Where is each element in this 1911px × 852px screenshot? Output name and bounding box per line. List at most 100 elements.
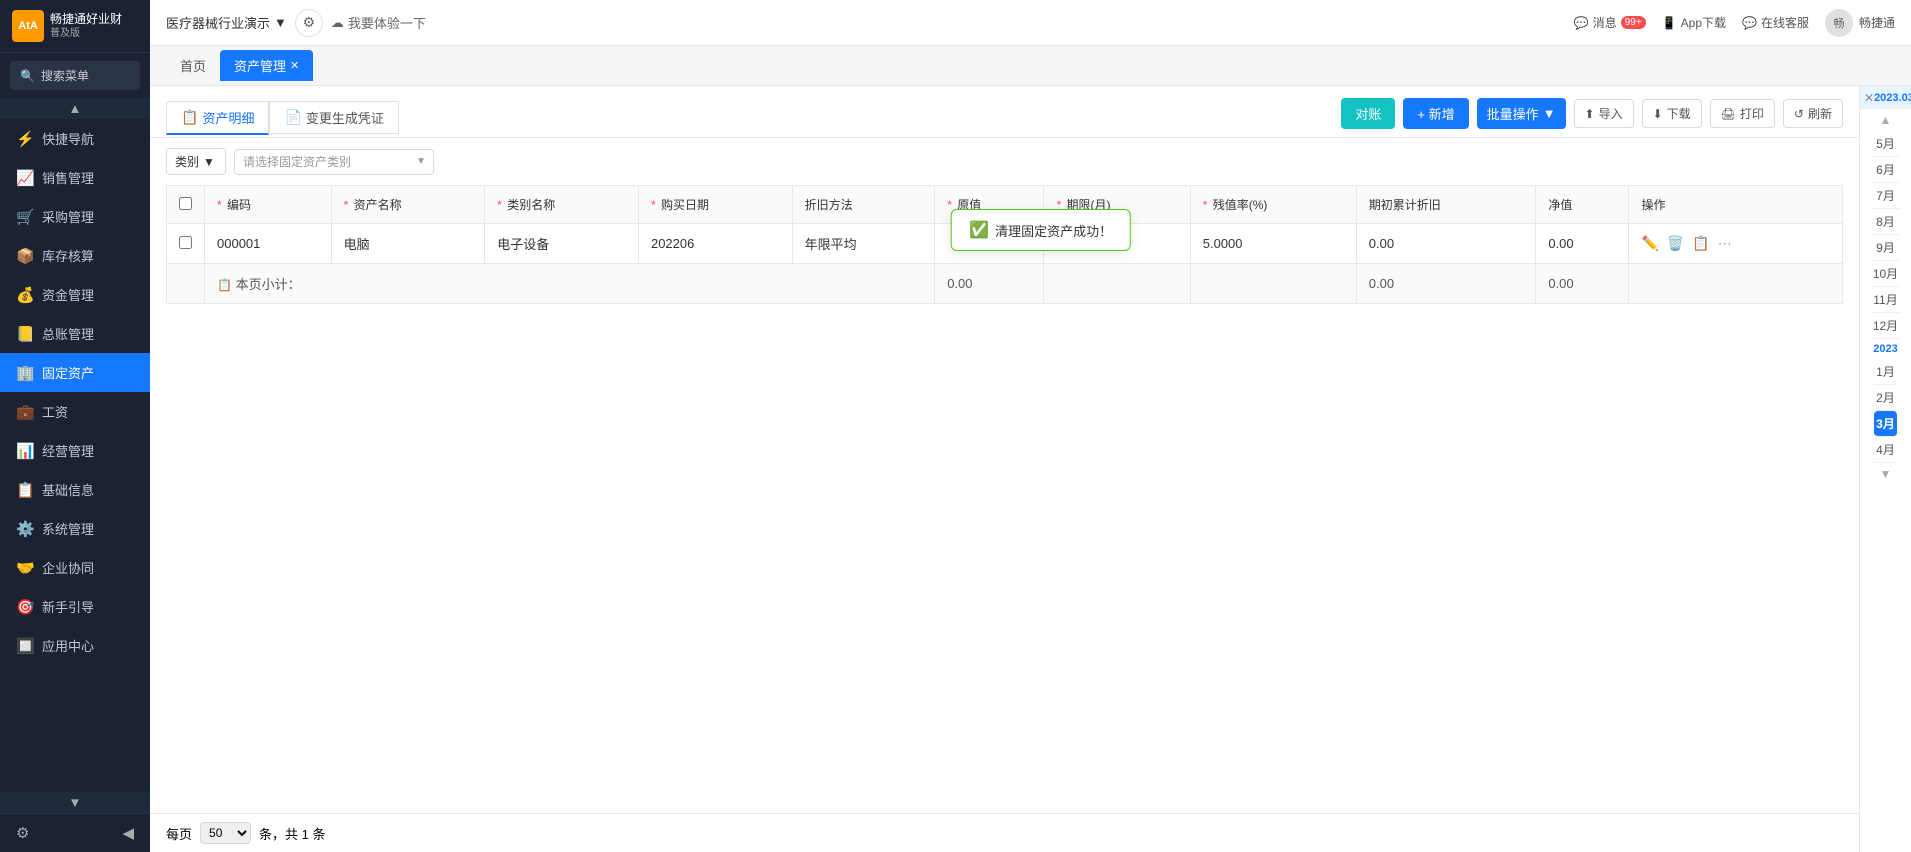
download-button[interactable]: ⬇ 下载 xyxy=(1642,99,1702,128)
experience-button[interactable]: ☁ 我要体验一下 xyxy=(331,13,426,32)
sidebar-scroll-down[interactable]: ▼ xyxy=(0,792,150,813)
subtotal-empty-checkbox xyxy=(167,264,205,304)
sub-tab-asset-detail[interactable]: 📋 资产明细 xyxy=(166,101,269,135)
app-download-icon: 📱 xyxy=(1662,16,1677,30)
row-checkbox-cell[interactable] xyxy=(167,224,205,264)
sidebar-item-ledger[interactable]: 📒 总账管理 xyxy=(0,314,150,353)
row-copy-button[interactable]: 📋 xyxy=(1692,235,1709,252)
collapse-sidebar-icon[interactable]: ◀ xyxy=(122,824,134,842)
calendar-month[interactable]: 3月 xyxy=(1874,411,1897,437)
sidebar-item-basic-info[interactable]: 📋 基础信息 xyxy=(0,470,150,509)
calendar-month[interactable]: 8月 xyxy=(1871,209,1900,235)
th-name: * 资产名称 xyxy=(331,186,485,224)
sales-icon: 📈 xyxy=(16,169,34,187)
subtotal-original: 0.00 xyxy=(935,264,1044,304)
user-area[interactable]: 畅 畅捷通 xyxy=(1825,9,1895,37)
calendar-month[interactable]: 11月 xyxy=(1871,287,1900,313)
online-service-button[interactable]: 💬 在线客服 xyxy=(1742,14,1809,31)
tab-asset-mgmt[interactable]: 资产管理 ✕ xyxy=(220,50,313,81)
app-download-button[interactable]: 📱 App下载 xyxy=(1662,14,1726,31)
row-edit-button[interactable]: ✏️ xyxy=(1641,235,1658,252)
success-toast: ✅ 清理固定资产成功！ xyxy=(950,209,1131,251)
guide-icon: 🎯 xyxy=(16,598,34,616)
row-more-button[interactable]: ⋯ xyxy=(1718,235,1732,252)
panel-scroll-up-btn[interactable]: ▲ xyxy=(1860,109,1911,131)
refresh-icon: ↺ xyxy=(1794,107,1804,121)
import-button[interactable]: ⬆ 导入 xyxy=(1574,99,1634,128)
panel-scroll-down-btn[interactable]: ▼ xyxy=(1860,463,1911,485)
sidebar-item-app-center[interactable]: 🔲 应用中心 xyxy=(0,626,150,665)
tab-home[interactable]: 首页 xyxy=(166,50,220,81)
settings-button[interactable]: ⚙ xyxy=(295,9,323,37)
panel-close-icon[interactable]: ✕ xyxy=(1864,91,1874,105)
sidebar-scroll-up[interactable]: ▲ xyxy=(0,98,150,119)
company-dropdown-icon: ▼ xyxy=(274,15,287,30)
sidebar-item-fund[interactable]: 💰 资金管理 xyxy=(0,275,150,314)
top-header-right: 💬 消息 99+ 📱 App下载 💬 在线客服 畅 畅捷通 xyxy=(1574,9,1895,37)
th-category: * 类别名称 xyxy=(485,186,639,224)
calendar-month[interactable]: 5月 xyxy=(1871,131,1900,157)
calendar-month[interactable]: 2月 xyxy=(1874,385,1897,411)
settings-footer-icon[interactable]: ⚙ xyxy=(16,824,29,842)
category-filter[interactable]: 类别 ▼ xyxy=(166,148,226,175)
search-menu-button[interactable]: 🔍 搜索菜单 xyxy=(10,61,140,90)
sidebar-item-sales[interactable]: 📈 销售管理 xyxy=(0,158,150,197)
sidebar-footer: ⚙ ◀ xyxy=(0,813,150,852)
calendar-month[interactable]: 6月 xyxy=(1871,157,1900,183)
batch-dropdown-icon: ▼ xyxy=(1543,106,1556,121)
logo-text: 畅捷通好业财 普及版 xyxy=(50,12,122,41)
experience-icon: ☁ xyxy=(331,15,344,31)
tab-close-icon[interactable]: ✕ xyxy=(290,59,299,72)
batch-ops-button[interactable]: 批量操作 ▼ xyxy=(1477,98,1566,129)
print-button[interactable]: 🖨 打印 xyxy=(1710,99,1775,128)
new-button[interactable]: + 新增 xyxy=(1403,98,1468,129)
select-all-checkbox[interactable] xyxy=(179,197,192,210)
months-2022-container: 5月6月7月8月9月10月11月12月 xyxy=(1871,131,1900,339)
message-button[interactable]: 💬 消息 99+ xyxy=(1574,14,1646,31)
row-net-value: 0.00 xyxy=(1536,224,1629,264)
enterprise-icon: 🤝 xyxy=(16,559,34,577)
panel-year-label: 2023.03 xyxy=(1874,92,1911,104)
subtotal-net: 0.00 xyxy=(1536,264,1629,304)
subtotal-accumulated: 0.00 xyxy=(1356,264,1536,304)
ledger-icon: 📒 xyxy=(16,325,34,343)
row-residual-rate: 5.0000 xyxy=(1190,224,1356,264)
page-size-select[interactable]: 50 10 20 100 xyxy=(200,822,251,844)
sub-tab-change-voucher[interactable]: 📄 变更生成凭证 xyxy=(269,101,398,134)
search-icon: 🔍 xyxy=(20,69,35,83)
calendar-month[interactable]: 10月 xyxy=(1871,261,1900,287)
row-name: 电脑 xyxy=(331,224,485,264)
th-checkbox xyxy=(167,186,205,224)
calendar-month[interactable]: 4月 xyxy=(1874,437,1897,463)
main-content: 📋 资产明细 📄 变更生成凭证 对账 + 新增 批量操作 xyxy=(150,86,1859,852)
calendar-month[interactable]: 9月 xyxy=(1871,235,1900,261)
download-icon: ⬇ xyxy=(1653,107,1663,121)
row-delete-button[interactable]: 🗑️ xyxy=(1667,235,1684,252)
sidebar-item-purchase[interactable]: 🛒 采购管理 xyxy=(0,197,150,236)
th-purchase-date: * 购买日期 xyxy=(638,186,792,224)
calendar-month[interactable]: 1月 xyxy=(1874,359,1897,385)
sidebar-item-enterprise[interactable]: 🤝 企业协同 xyxy=(0,548,150,587)
logo-icon: AtA xyxy=(12,10,44,42)
row-checkbox[interactable] xyxy=(179,236,192,249)
reconcile-button[interactable]: 对账 xyxy=(1341,98,1395,129)
content-area: 📋 资产明细 📄 变更生成凭证 对账 + 新增 批量操作 xyxy=(150,86,1911,852)
change-voucher-icon: 📄 xyxy=(284,109,301,126)
refresh-button[interactable]: ↺ 刷新 xyxy=(1783,99,1843,128)
sidebar-item-fixed-assets[interactable]: 🏢 固定资产 xyxy=(0,353,150,392)
sidebar-logo: AtA 畅捷通好业财 普及版 xyxy=(0,0,150,53)
calendar-month[interactable]: 7月 xyxy=(1871,183,1900,209)
company-selector[interactable]: 医疗器械行业演示 ▼ xyxy=(166,13,287,32)
sidebar-item-operations[interactable]: 📊 经营管理 xyxy=(0,431,150,470)
top-header-left: 医疗器械行业演示 ▼ ⚙ ☁ 我要体验一下 xyxy=(166,9,426,37)
sidebar-item-quick-nav[interactable]: ⚡ 快捷导航 xyxy=(0,119,150,158)
sidebar-item-guide[interactable]: 🎯 新手引导 xyxy=(0,587,150,626)
sidebar-item-payroll[interactable]: 💼 工资 xyxy=(0,392,150,431)
operations-icon: 📊 xyxy=(16,442,34,460)
basic-info-icon: 📋 xyxy=(16,481,34,499)
calendar-month[interactable]: 12月 xyxy=(1871,313,1900,339)
sidebar-item-system[interactable]: ⚙️ 系统管理 xyxy=(0,509,150,548)
category-select-input[interactable]: 请选择固定资产类别 xyxy=(234,149,434,175)
sidebar-item-inventory[interactable]: 📦 库存核算 xyxy=(0,236,150,275)
online-service-icon: 💬 xyxy=(1742,16,1757,30)
